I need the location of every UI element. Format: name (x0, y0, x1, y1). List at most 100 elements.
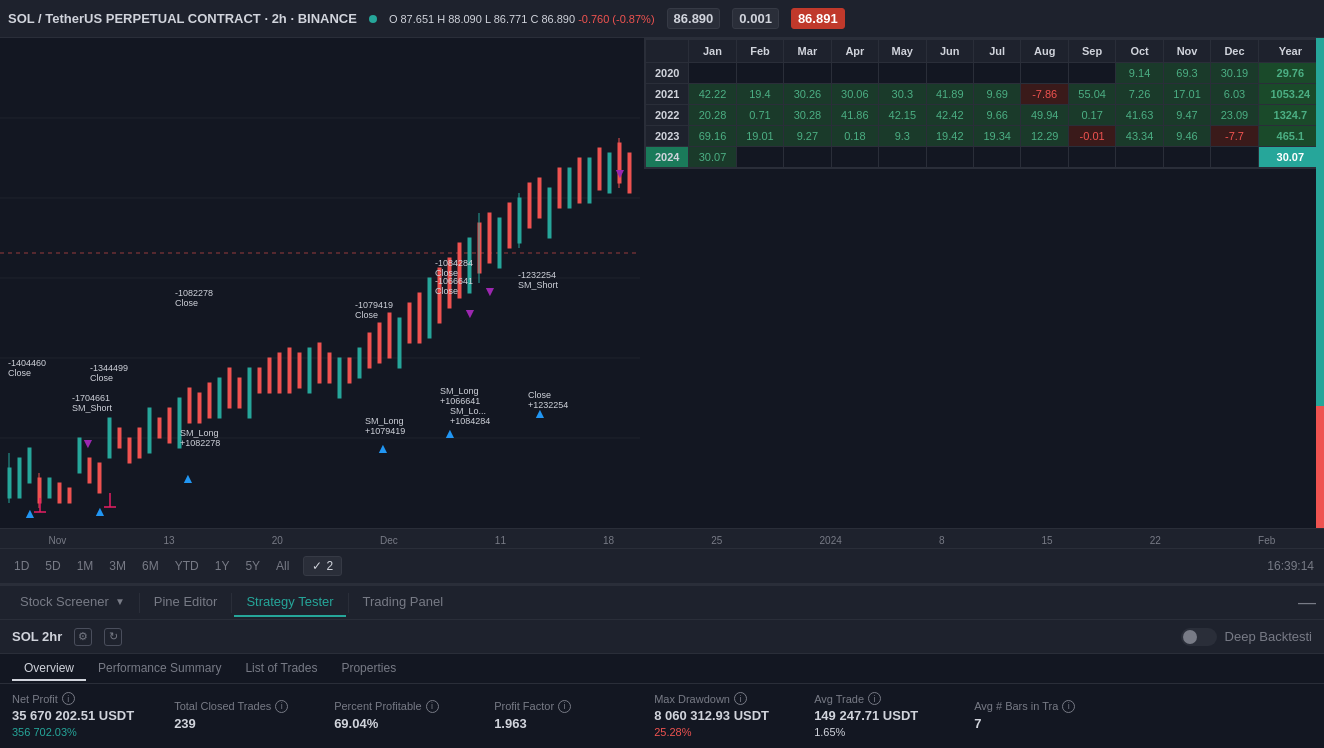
max-drawdown-info[interactable]: i (734, 692, 747, 705)
metrics-bar: Net Profit i 35 670 202.51 USDT 356 702.… (0, 684, 1324, 746)
price-display[interactable]: 86.890 (667, 8, 721, 29)
metric-profit-factor: Profit Factor i 1.963 (494, 700, 614, 731)
tab-trading-panel[interactable]: Trading Panel (351, 588, 455, 617)
metric-net-profit: Net Profit i 35 670 202.51 USDT 356 702.… (12, 692, 134, 738)
month-cell (784, 147, 831, 168)
year-cell: 2024 (646, 147, 689, 168)
svg-rect-9 (28, 448, 31, 483)
month-cell: 7.26 (1116, 84, 1163, 105)
net-profit-info[interactable]: i (62, 692, 75, 705)
tf-all[interactable]: All (272, 557, 293, 575)
bar-counter[interactable]: ✓ 2 (303, 556, 342, 576)
ov-tab-performance[interactable]: Performance Summary (86, 657, 233, 681)
svg-rect-52 (368, 333, 371, 368)
month-cell: -7.86 (1021, 84, 1068, 105)
month-cell: 30.07 (689, 147, 736, 168)
svg-rect-34 (118, 428, 121, 448)
ov-tab-properties[interactable]: Properties (329, 657, 408, 681)
svg-rect-16 (248, 368, 251, 418)
tf-1d[interactable]: 1D (10, 557, 33, 575)
month-cell (879, 63, 926, 84)
svg-rect-26 (568, 168, 571, 208)
avg-bars-info[interactable]: i (1062, 700, 1075, 713)
overview-tabs: Overview Performance Summary List of Tra… (0, 654, 1324, 684)
total-trades-info[interactable]: i (275, 700, 288, 713)
tab-pine-editor[interactable]: Pine Editor (142, 588, 230, 617)
month-cell (973, 147, 1020, 168)
svg-rect-35 (128, 438, 131, 463)
svg-rect-46 (278, 353, 281, 393)
month-cell: 19.42 (926, 126, 973, 147)
tf-1m[interactable]: 1M (73, 557, 98, 575)
tf-3m[interactable]: 3M (105, 557, 130, 575)
svg-rect-41 (208, 383, 211, 418)
svg-rect-38 (168, 408, 171, 443)
metric-percent-profitable: Percent Profitable i 69.04% (334, 700, 454, 731)
month-cell (926, 147, 973, 168)
month-cell: 30.06 (831, 84, 878, 105)
svg-rect-31 (68, 488, 71, 503)
tf-5d[interactable]: 5D (41, 557, 64, 575)
month-cell: -0.01 (1068, 126, 1115, 147)
year-cell: 2022 (646, 105, 689, 126)
month-cell: 69.16 (689, 126, 736, 147)
th-mar: Mar (784, 40, 831, 63)
svg-rect-28 (608, 153, 611, 193)
refresh-icon[interactable]: ↻ (104, 628, 122, 646)
svg-rect-44 (258, 368, 261, 393)
profit-factor-info[interactable]: i (558, 700, 571, 713)
ohlc-info: O 87.651 H 88.090 L 86.771 C 86.890 -0.7… (389, 13, 655, 25)
th-oct: Oct (1116, 40, 1163, 63)
svg-rect-18 (338, 358, 341, 398)
svg-rect-47 (288, 348, 291, 393)
svg-rect-43 (238, 378, 241, 408)
ov-tab-overview[interactable]: Overview (12, 657, 86, 681)
svg-rect-56 (418, 293, 421, 343)
month-cell: 19.4 (736, 84, 783, 105)
month-cell (831, 147, 878, 168)
color-strip (1316, 38, 1324, 528)
sol-header: SOL 2hr ⚙ ↻ Deep Backtesti (0, 620, 1324, 654)
year-cell: 2021 (646, 84, 689, 105)
month-cell (831, 63, 878, 84)
month-cell: 55.04 (1068, 84, 1115, 105)
th-year: Year (1258, 40, 1322, 63)
svg-rect-33 (98, 463, 101, 493)
price-tag[interactable]: 86.891 (791, 8, 845, 29)
month-cell: 49.94 (1021, 105, 1068, 126)
svg-rect-19 (358, 348, 361, 378)
tf-5y[interactable]: 5Y (241, 557, 264, 575)
svg-rect-55 (408, 303, 411, 343)
settings-icon[interactable]: ⚙ (74, 628, 92, 646)
month-cell: 41.89 (926, 84, 973, 105)
tf-ytd[interactable]: YTD (171, 557, 203, 575)
tab-strategy-tester[interactable]: Strategy Tester (234, 588, 345, 617)
svg-rect-32 (88, 458, 91, 483)
svg-rect-62 (508, 203, 511, 248)
tab-separator (139, 593, 140, 613)
deep-backtest-toggle[interactable] (1181, 628, 1217, 646)
tab-label: Strategy Tester (246, 594, 333, 609)
percent-profitable-value: 69.04% (334, 716, 454, 731)
month-cell (1021, 63, 1068, 84)
tab-label: Trading Panel (363, 594, 443, 609)
tf-1y[interactable]: 1Y (211, 557, 234, 575)
timeframe-buttons: 1D 5D 1M 3M 6M YTD 1Y 5Y All (10, 557, 293, 575)
close-panel-button[interactable]: — (1298, 592, 1316, 613)
trade-label: Close+1232254 (528, 390, 568, 410)
month-cell: 9.47 (1163, 105, 1210, 126)
metric-max-drawdown: Max Drawdown i 8 060 312.93 USDT 25.28% (654, 692, 774, 738)
trade-label: -1084284Close (435, 258, 473, 278)
tf-6m[interactable]: 6M (138, 557, 163, 575)
year-cell: 2023 (646, 126, 689, 147)
max-drawdown-sub: 25.28% (654, 726, 774, 738)
chevron-down-icon: ▼ (115, 596, 125, 607)
seasonal-table: Jan Feb Mar Apr May Jun Jul Aug Sep Oct … (644, 38, 1324, 169)
percent-profitable-info[interactable]: i (426, 700, 439, 713)
svg-rect-23 (498, 218, 501, 268)
tab-stock-screener[interactable]: Stock Screener ▼ (8, 588, 137, 617)
month-cell: 41.63 (1116, 105, 1163, 126)
month-cell: 42.42 (926, 105, 973, 126)
avg-trade-info[interactable]: i (868, 692, 881, 705)
ov-tab-trades[interactable]: List of Trades (233, 657, 329, 681)
